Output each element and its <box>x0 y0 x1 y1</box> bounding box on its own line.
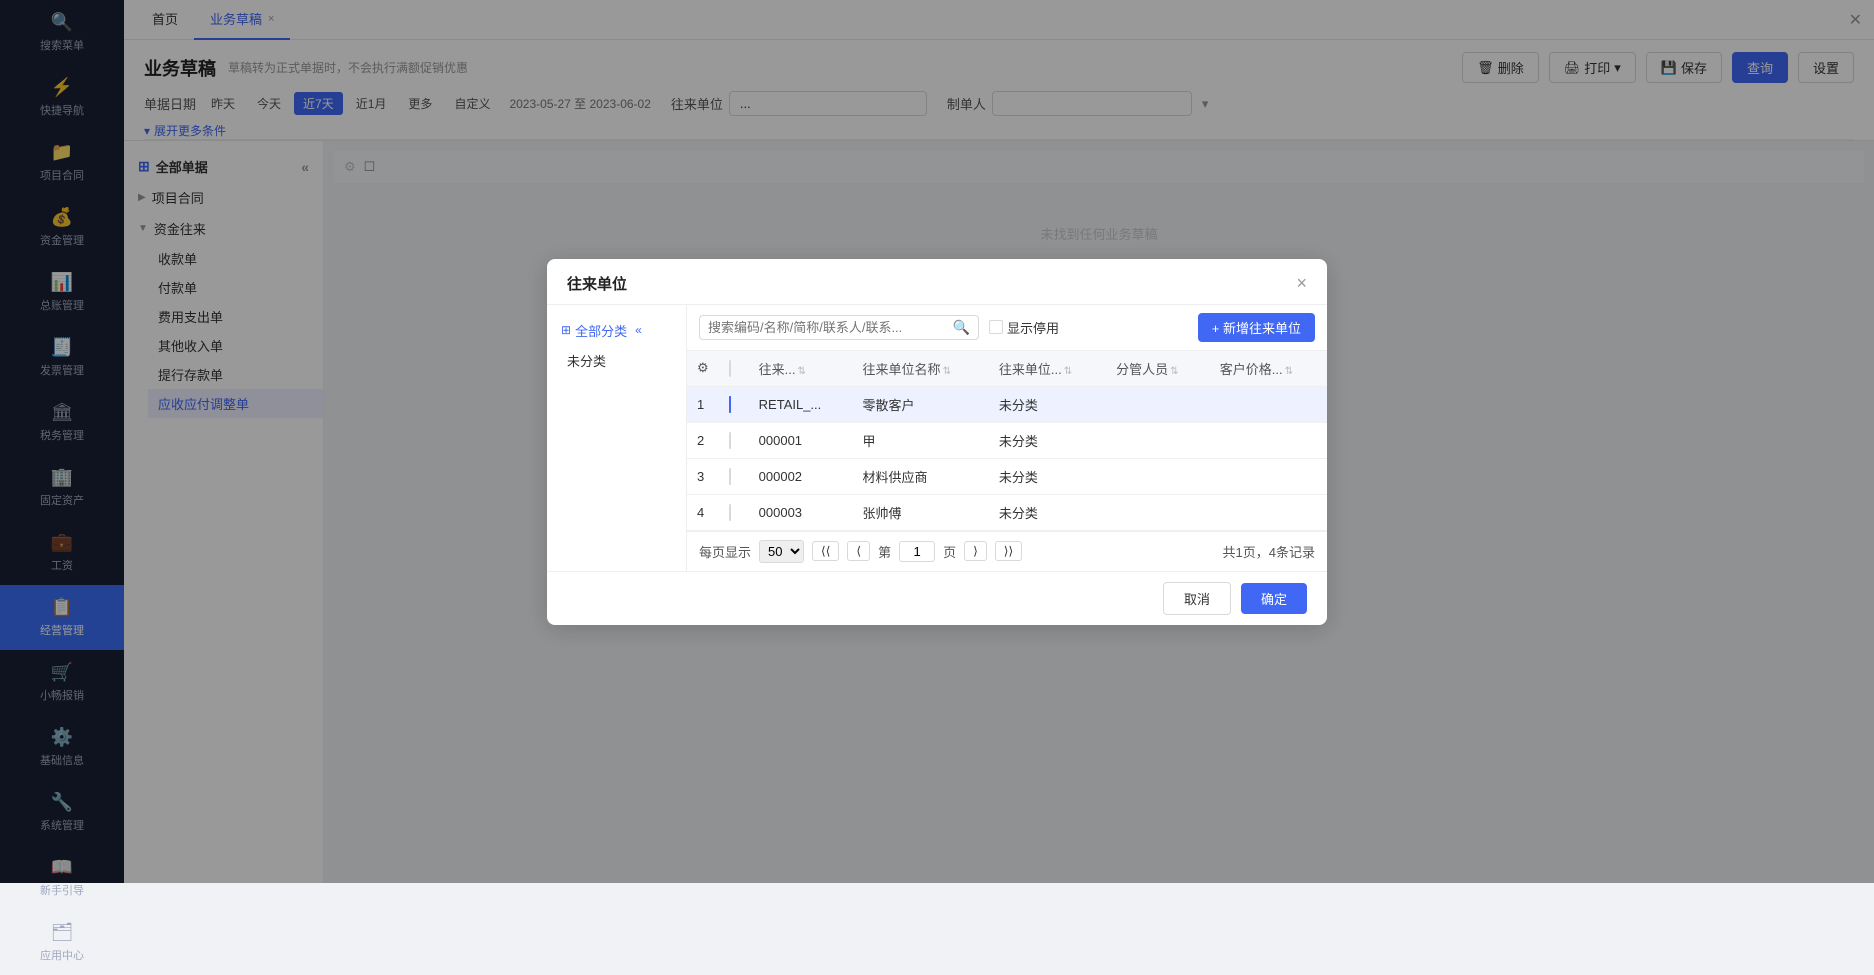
row-category: 未分类 <box>989 386 1106 422</box>
modal-header: 往来单位 × <box>547 259 1327 305</box>
row-num: 3 <box>687 458 719 494</box>
row-name: 甲 <box>853 422 989 458</box>
modal-sidebar: ⊞ 全部分类 « 未分类 <box>547 305 687 571</box>
modal-search-box[interactable]: 🔍 <box>699 315 979 340</box>
partner-modal: 往来单位 × ⊞ 全部分类 « 未分类 <box>547 259 1327 625</box>
table-row[interactable]: 2 000001 甲 未分类 <box>687 422 1327 458</box>
row-name: 零散客户 <box>853 386 989 422</box>
row-manager <box>1106 386 1210 422</box>
modal-search-input[interactable] <box>708 320 947 335</box>
row-category: 未分类 <box>989 494 1106 530</box>
modal-close-btn[interactable]: × <box>1296 274 1307 292</box>
last-page-btn[interactable]: ⟩⟩ <box>995 541 1022 561</box>
table-row[interactable]: 4 000003 张帅傅 未分类 <box>687 494 1327 530</box>
col-settings-icon[interactable]: ⚙ <box>697 360 709 375</box>
col-name-header[interactable]: 往来单位名称⇅ <box>853 351 989 387</box>
grid-icon-modal: ⊞ <box>561 323 571 337</box>
page-info: 共1页，4条记录 <box>1223 542 1315 561</box>
row-num: 1 <box>687 386 719 422</box>
add-partner-btn[interactable]: + 新增往来单位 <box>1198 313 1315 342</box>
apps-icon: 🗂 <box>51 922 74 943</box>
modal-sidebar-uncategorized[interactable]: 未分类 <box>547 346 686 375</box>
modal-toolbar: 🔍 显示停用 + 新增往来单位 <box>687 305 1327 351</box>
modal-footer: 取消 确定 <box>547 571 1327 625</box>
modal-body: ⊞ 全部分类 « 未分类 🔍 显示停用 <box>547 305 1327 571</box>
row-checkbox[interactable] <box>719 458 749 494</box>
page-number-input[interactable] <box>899 541 935 562</box>
prev-page-btn[interactable]: ⟨ <box>847 541 870 561</box>
row-price <box>1210 494 1327 530</box>
col-checkbox-header[interactable] <box>719 351 749 387</box>
row-price <box>1210 386 1327 422</box>
col-manager-header[interactable]: 分管人员⇅ <box>1106 351 1210 387</box>
row-num: 4 <box>687 494 719 530</box>
table-row[interactable]: 3 000002 材料供应商 未分类 <box>687 458 1327 494</box>
row-code: 000003 <box>749 494 853 530</box>
col-price-header[interactable]: 客户价格...⇅ <box>1210 351 1327 387</box>
table-row[interactable]: 1 RETAIL_... 零散客户 未分类 <box>687 386 1327 422</box>
show-disabled-checkbox[interactable] <box>989 320 1003 334</box>
row-code: RETAIL_... <box>749 386 853 422</box>
row-code: 000002 <box>749 458 853 494</box>
modal-right-content: 🔍 显示停用 + 新增往来单位 ⚙ <box>687 305 1327 571</box>
modal-overlay[interactable]: 往来单位 × ⊞ 全部分类 « 未分类 <box>0 0 1874 883</box>
col-settings: ⚙ <box>687 351 719 387</box>
row-checkbox[interactable] <box>719 386 749 422</box>
row-checkbox[interactable] <box>719 422 749 458</box>
row-num: 2 <box>687 422 719 458</box>
modal-pagination: 每页显示 50 ⟨⟨ ⟨ 第 页 ⟩ ⟩⟩ 共1页，4条记录 <box>687 531 1327 571</box>
modal-sidebar-collapse-btn[interactable]: « <box>635 323 642 337</box>
modal-sidebar-all[interactable]: ⊞ 全部分类 « <box>547 315 686 346</box>
modal-table: ⚙ 往来...⇅ 往来单位名称⇅ 往来单位...⇅ 分管人员⇅ 客户价格...⇅… <box>687 351 1327 531</box>
show-disabled-label[interactable]: 显示停用 <box>989 318 1059 337</box>
row-manager <box>1106 494 1210 530</box>
next-page-btn[interactable]: ⟩ <box>964 541 987 561</box>
confirm-btn[interactable]: 确定 <box>1241 583 1307 614</box>
col-category-header[interactable]: 往来单位...⇅ <box>989 351 1106 387</box>
row-category: 未分类 <box>989 458 1106 494</box>
row-manager <box>1106 458 1210 494</box>
row-name: 材料供应商 <box>853 458 989 494</box>
sidebar-item-apps[interactable]: 🗂 应用中心 <box>0 910 124 975</box>
row-code: 000001 <box>749 422 853 458</box>
row-price <box>1210 422 1327 458</box>
modal-search-icon: 🔍 <box>953 319 970 336</box>
modal-table-wrap: ⚙ 往来...⇅ 往来单位名称⇅ 往来单位...⇅ 分管人员⇅ 客户价格...⇅… <box>687 351 1327 531</box>
row-checkbox[interactable] <box>719 494 749 530</box>
row-category: 未分类 <box>989 422 1106 458</box>
first-page-btn[interactable]: ⟨⟨ <box>812 541 839 561</box>
row-name: 张帅傅 <box>853 494 989 530</box>
cancel-btn[interactable]: 取消 <box>1163 582 1231 615</box>
col-code-header[interactable]: 往来...⇅ <box>749 351 853 387</box>
per-page-select[interactable]: 50 <box>759 540 804 563</box>
modal-title: 往来单位 <box>567 273 627 294</box>
row-manager <box>1106 422 1210 458</box>
row-price <box>1210 458 1327 494</box>
